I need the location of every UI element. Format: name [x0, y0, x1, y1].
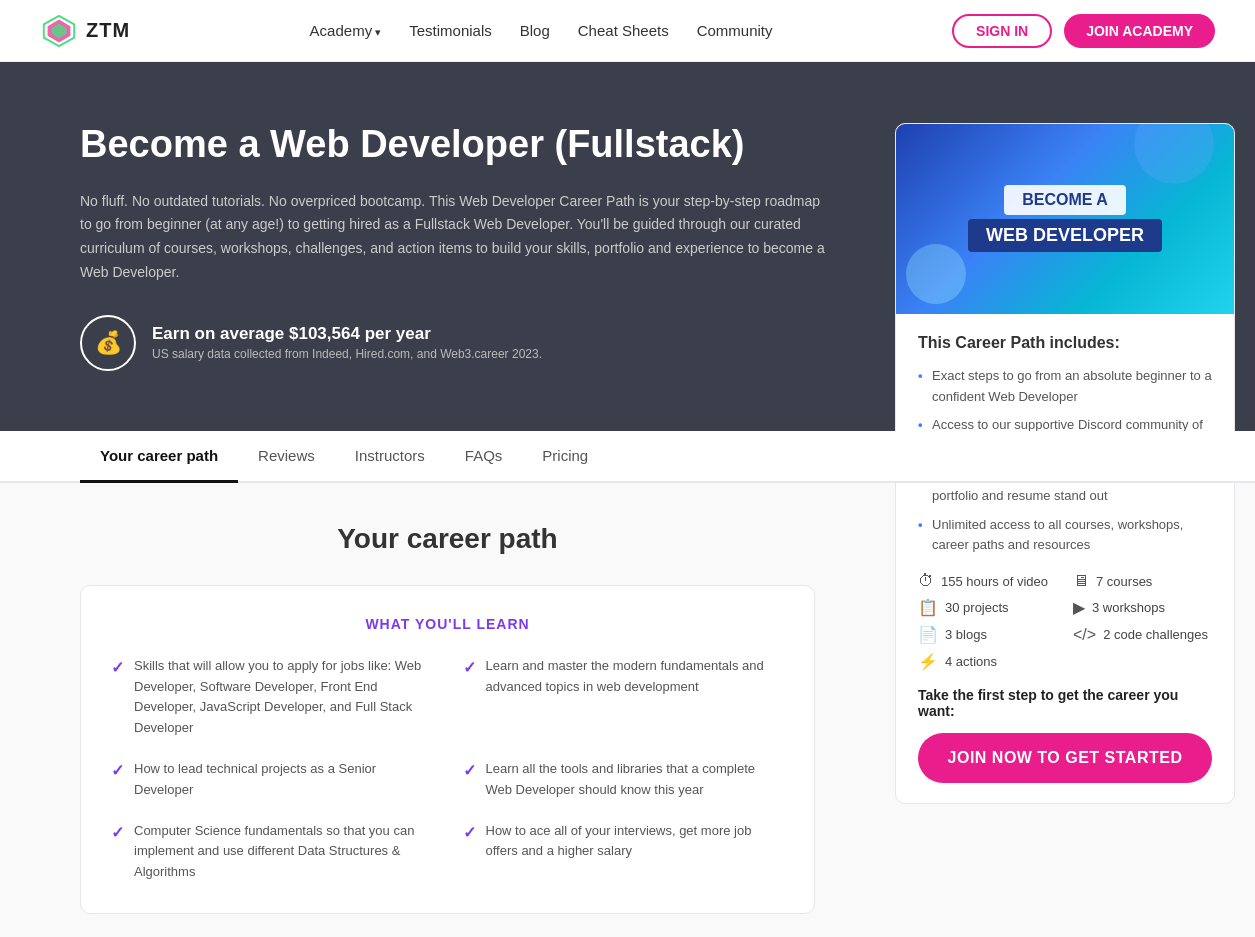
deco-circle-2 — [906, 244, 966, 304]
nav-academy[interactable]: Academy — [310, 22, 382, 39]
stat-actions: ⚡ 4 actions — [918, 652, 1057, 671]
stat-blogs: 📄 3 blogs — [918, 625, 1057, 644]
tab-pricing[interactable]: Pricing — [522, 431, 608, 483]
stats-grid: ⏱ 155 hours of video 🖥 7 courses 📋 30 pr… — [918, 572, 1212, 671]
hero-description: No fluff. No outdated tutorials. No over… — [80, 190, 830, 285]
check-icon-4: ✓ — [463, 761, 476, 780]
sidebar-hero-image: BECOME A WEB DEVELOPER — [896, 124, 1234, 314]
salary-icon: 💰 — [80, 315, 136, 371]
stat-actions-text: 4 actions — [945, 654, 997, 669]
list-item: ✓ How to ace all of your interviews, get… — [463, 821, 785, 883]
clipboard-icon: 📋 — [918, 598, 938, 617]
stat-workshops: ▶ 3 workshops — [1073, 598, 1212, 617]
list-item: ✓ How to lead technical projects as a Se… — [111, 759, 433, 801]
stat-blogs-text: 3 blogs — [945, 627, 987, 642]
learn-grid: ✓ Skills that will allow you to apply fo… — [111, 656, 784, 883]
content-left: Your career path WHAT YOU'LL LEARN ✓ Ski… — [0, 483, 895, 937]
logo[interactable]: ZTM — [40, 12, 130, 50]
clock-icon: ⏱ — [918, 572, 934, 590]
sidebar: BECOME A WEB DEVELOPER This Career Path … — [895, 483, 1255, 937]
learn-item-text-1: Skills that will allow you to apply for … — [134, 656, 433, 739]
learn-item-text-5: Computer Science fundamentals so that yo… — [134, 821, 433, 883]
nav-links: Academy Testimonials Blog Cheat Sheets C… — [310, 22, 773, 39]
section-title: Your career path — [80, 523, 815, 555]
salary-block: 💰 Earn on average $103,564 per year US s… — [80, 315, 830, 371]
check-icon-2: ✓ — [463, 658, 476, 677]
learn-item-text-2: Learn and master the modern fundamentals… — [486, 656, 785, 698]
list-item: ✓ Learn and master the modern fundamenta… — [463, 656, 785, 739]
nav-blog[interactable]: Blog — [520, 22, 550, 39]
salary-title: Earn on average $103,564 per year — [152, 324, 542, 344]
doc-icon: 📄 — [918, 625, 938, 644]
join-cta-button[interactable]: JOIN NOW TO GET STARTED — [918, 733, 1212, 783]
check-icon-1: ✓ — [111, 658, 124, 677]
hero-title: Become a Web Developer (Fullstack) — [80, 122, 830, 168]
check-icon-5: ✓ — [111, 823, 124, 842]
main-content: Your career path WHAT YOU'LL LEARN ✓ Ski… — [0, 483, 1255, 937]
navbar: ZTM Academy Testimonials Blog Cheat Shee… — [0, 0, 1255, 62]
bolt-icon: ⚡ — [918, 652, 938, 671]
sidebar-body: This Career Path includes: Exact steps t… — [896, 314, 1234, 803]
stat-courses-text: 7 courses — [1096, 574, 1152, 589]
includes-heading: This Career Path includes: — [918, 334, 1212, 352]
stat-courses: 🖥 7 courses — [1073, 572, 1212, 590]
list-item: ✓ Computer Science fundamentals so that … — [111, 821, 433, 883]
stat-challenges-text: 2 code challenges — [1103, 627, 1208, 642]
code-icon: </> — [1073, 626, 1096, 644]
cta-text: Take the first step to get the career yo… — [918, 687, 1212, 719]
list-item: ✓ Learn all the tools and libraries that… — [463, 759, 785, 801]
learn-item-text-3: How to lead technical projects as a Seni… — [134, 759, 433, 801]
list-item: Unlimited access to all courses, worksho… — [918, 515, 1212, 557]
stat-challenges: </> 2 code challenges — [1073, 625, 1212, 644]
list-item: ✓ Skills that will allow you to apply fo… — [111, 656, 433, 739]
stat-hours: ⏱ 155 hours of video — [918, 572, 1057, 590]
overlay-label-1: BECOME A — [1004, 185, 1126, 215]
nav-testimonials[interactable]: Testimonials — [409, 22, 492, 39]
list-item: Exact steps to go from an absolute begin… — [918, 366, 1212, 408]
check-icon-3: ✓ — [111, 761, 124, 780]
overlay-label-2: WEB DEVELOPER — [968, 219, 1162, 252]
stat-projects-text: 30 projects — [945, 600, 1009, 615]
nav-buttons: SIGN IN JOIN ACADEMY — [952, 14, 1215, 48]
tab-career-path[interactable]: Your career path — [80, 431, 238, 483]
nav-community[interactable]: Community — [697, 22, 773, 39]
join-nav-button[interactable]: JOIN ACADEMY — [1064, 14, 1215, 48]
nav-cheat-sheets[interactable]: Cheat Sheets — [578, 22, 669, 39]
tab-instructors[interactable]: Instructors — [335, 431, 445, 483]
monitor-icon: 🖥 — [1073, 572, 1089, 590]
signin-button[interactable]: SIGN IN — [952, 14, 1052, 48]
tab-reviews[interactable]: Reviews — [238, 431, 335, 483]
stat-hours-text: 155 hours of video — [941, 574, 1048, 589]
check-icon-6: ✓ — [463, 823, 476, 842]
learn-item-text-4: Learn all the tools and libraries that a… — [486, 759, 785, 801]
logo-text: ZTM — [86, 19, 130, 42]
learn-item-text-6: How to ace all of your interviews, get m… — [486, 821, 785, 863]
tab-nav: Your career path Reviews Instructors FAQ… — [0, 431, 1255, 483]
learn-card-heading: WHAT YOU'LL LEARN — [111, 616, 784, 632]
stat-projects: 📋 30 projects — [918, 598, 1057, 617]
salary-sub: US salary data collected from Indeed, Hi… — [152, 347, 542, 361]
hero-left: Become a Web Developer (Fullstack) No fl… — [80, 122, 830, 371]
learn-card: WHAT YOU'LL LEARN ✓ Skills that will all… — [80, 585, 815, 914]
salary-text: Earn on average $103,564 per year US sal… — [152, 324, 542, 361]
deco-circle-1 — [1134, 124, 1214, 184]
tab-faqs[interactable]: FAQs — [445, 431, 523, 483]
overlay-text: BECOME A WEB DEVELOPER — [968, 185, 1162, 252]
play-icon: ▶ — [1073, 598, 1085, 617]
stat-workshops-text: 3 workshops — [1092, 600, 1165, 615]
